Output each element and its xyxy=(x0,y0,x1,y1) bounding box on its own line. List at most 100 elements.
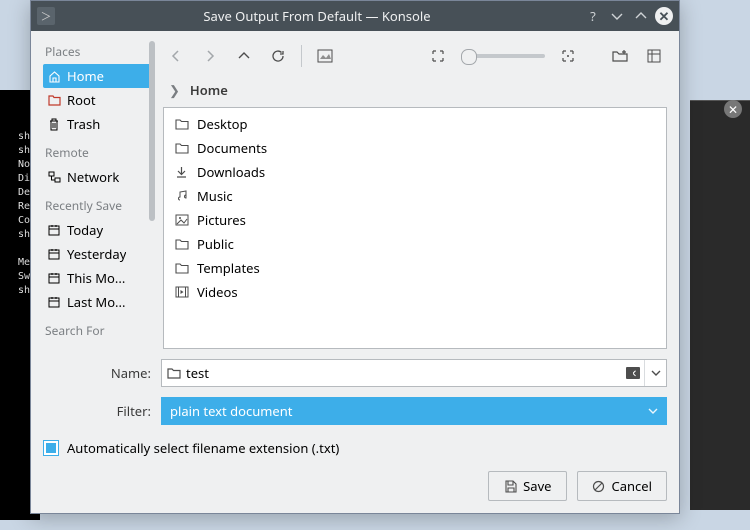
file-item-label: Documents xyxy=(197,139,267,157)
sidebar-heading: Remote xyxy=(43,142,155,165)
file-item[interactable]: Music xyxy=(164,184,666,208)
cancel-button[interactable]: Cancel xyxy=(577,471,667,501)
help-button[interactable]: ? xyxy=(583,6,603,26)
dialog-body: PlacesHomeRootTrashRemoteNetworkRecently… xyxy=(31,31,679,513)
file-item-label: Pictures xyxy=(197,211,246,229)
zoom-slider[interactable] xyxy=(461,54,545,58)
network-icon xyxy=(47,170,61,184)
sidebar-item-label: This Mo... xyxy=(67,269,125,287)
back-button[interactable] xyxy=(165,45,187,67)
forward-button[interactable] xyxy=(199,45,221,67)
view-options-button[interactable] xyxy=(643,45,665,67)
file-item-label: Videos xyxy=(197,283,238,301)
background-window xyxy=(690,100,750,510)
sidebar-item-trash[interactable]: Trash xyxy=(43,112,155,136)
reload-button[interactable] xyxy=(267,45,289,67)
sidebar-item-root[interactable]: Root xyxy=(43,88,155,112)
trash-icon xyxy=(47,117,61,131)
maximize-button[interactable] xyxy=(631,6,651,26)
app-icon: ＞ xyxy=(37,7,55,25)
toolbar-separator xyxy=(301,45,302,67)
file-item-label: Downloads xyxy=(197,163,265,181)
button-bar: Save Cancel xyxy=(43,471,667,501)
clear-button[interactable]: ✕ xyxy=(622,360,644,386)
calendar-icon xyxy=(47,223,61,237)
filter-value: plain text document xyxy=(170,402,648,420)
calendar-icon xyxy=(47,271,61,285)
breadcrumb-current[interactable]: Home xyxy=(190,81,228,99)
file-list[interactable]: Desktop Documents Downloads Music Pictures Pu… xyxy=(163,107,667,349)
auto-extension-label: Automatically select filename extension … xyxy=(67,439,339,457)
cancel-icon xyxy=(592,479,606,493)
file-item[interactable]: Documents xyxy=(164,136,666,160)
file-item[interactable]: Downloads xyxy=(164,160,666,184)
folder-icon xyxy=(162,367,186,379)
checkbox-icon[interactable] xyxy=(43,440,59,456)
save-button[interactable]: Save xyxy=(488,471,566,501)
sidebar-item-label: Today xyxy=(67,221,103,239)
save-icon xyxy=(503,479,517,493)
background-close-icon: ✕ xyxy=(724,100,742,118)
window-title: Save Output From Default — Konsole xyxy=(55,7,579,25)
sidebar-item-this-mo-[interactable]: This Mo... xyxy=(43,266,155,290)
download-icon xyxy=(174,165,189,180)
zoom-in-icon[interactable] xyxy=(557,45,579,67)
sidebar-item-today[interactable]: Today xyxy=(43,218,155,242)
video-icon xyxy=(174,285,189,300)
music-icon xyxy=(174,189,189,204)
sidebar-item-label: Network xyxy=(67,168,119,186)
background-terminal-text: sh sh No Di De Re Co sh Me Sw sh xyxy=(18,130,30,298)
chevron-down-icon xyxy=(648,406,658,416)
zoom-out-icon[interactable] xyxy=(427,45,449,67)
file-item-label: Desktop xyxy=(197,115,248,133)
sidebar-item-yesterday[interactable]: Yesterday xyxy=(43,242,155,266)
sidebar-item-label: Last Mo... xyxy=(67,293,126,311)
sidebar-item-label: Trash xyxy=(67,115,100,133)
filter-row: Filter: plain text document xyxy=(43,397,667,425)
toolbar xyxy=(163,41,667,71)
sidebar-heading: Recently Save xyxy=(43,195,155,218)
file-item-label: Public xyxy=(197,235,234,253)
chevron-right-icon: ❯ xyxy=(169,81,180,99)
file-item[interactable]: Public xyxy=(164,232,666,256)
file-item-label: Music xyxy=(197,187,233,205)
filter-select[interactable]: plain text document xyxy=(161,397,667,425)
file-item[interactable]: Templates xyxy=(164,256,666,280)
folder-icon xyxy=(174,117,189,132)
auto-extension-checkbox-row[interactable]: Automatically select filename extension … xyxy=(43,439,667,457)
sidebar-item-label: Root xyxy=(67,91,96,109)
sidebar-scrollbar[interactable] xyxy=(149,41,155,221)
titlebar: ＞ Save Output From Default — Konsole ? ✕ xyxy=(31,1,679,31)
file-item-label: Templates xyxy=(197,259,260,277)
pictures-icon xyxy=(174,213,189,228)
calendar-icon xyxy=(47,247,61,261)
folder-icon xyxy=(174,141,189,156)
name-input-wrap: ✕ xyxy=(161,359,667,387)
file-item[interactable]: Pictures xyxy=(164,208,666,232)
breadcrumb[interactable]: ❯ Home xyxy=(163,77,667,107)
preview-icon[interactable] xyxy=(314,45,336,67)
name-dropdown-icon[interactable] xyxy=(644,360,666,386)
minimize-button[interactable] xyxy=(607,6,627,26)
sidebar-item-home[interactable]: Home xyxy=(43,64,155,88)
sidebar-item-last-mo-[interactable]: Last Mo... xyxy=(43,290,155,314)
sidebar-item-label: Yesterday xyxy=(67,245,126,263)
filename-input[interactable] xyxy=(186,360,622,386)
up-button[interactable] xyxy=(233,45,255,67)
new-folder-button[interactable] xyxy=(609,45,631,67)
file-item[interactable]: Desktop xyxy=(164,112,666,136)
places-sidebar: PlacesHome Root Trash Remote Network Recently… xyxy=(43,41,155,349)
main-column: ❯ Home Desktop Documents Downloads Music Pic… xyxy=(163,41,667,349)
close-button[interactable]: ✕ xyxy=(655,7,673,25)
sidebar-item-network[interactable]: Network xyxy=(43,165,155,189)
sidebar-heading: Search For xyxy=(43,320,155,343)
folder-red-icon xyxy=(47,93,61,107)
name-row: Name: ✕ xyxy=(43,359,667,387)
filter-label: Filter: xyxy=(43,402,151,420)
calendar-icon xyxy=(47,295,61,309)
sidebar-heading: Places xyxy=(43,41,155,64)
folder-icon xyxy=(174,261,189,276)
folder-icon xyxy=(174,237,189,252)
save-dialog: ＞ Save Output From Default — Konsole ? ✕… xyxy=(30,0,680,514)
file-item[interactable]: Videos xyxy=(164,280,666,304)
